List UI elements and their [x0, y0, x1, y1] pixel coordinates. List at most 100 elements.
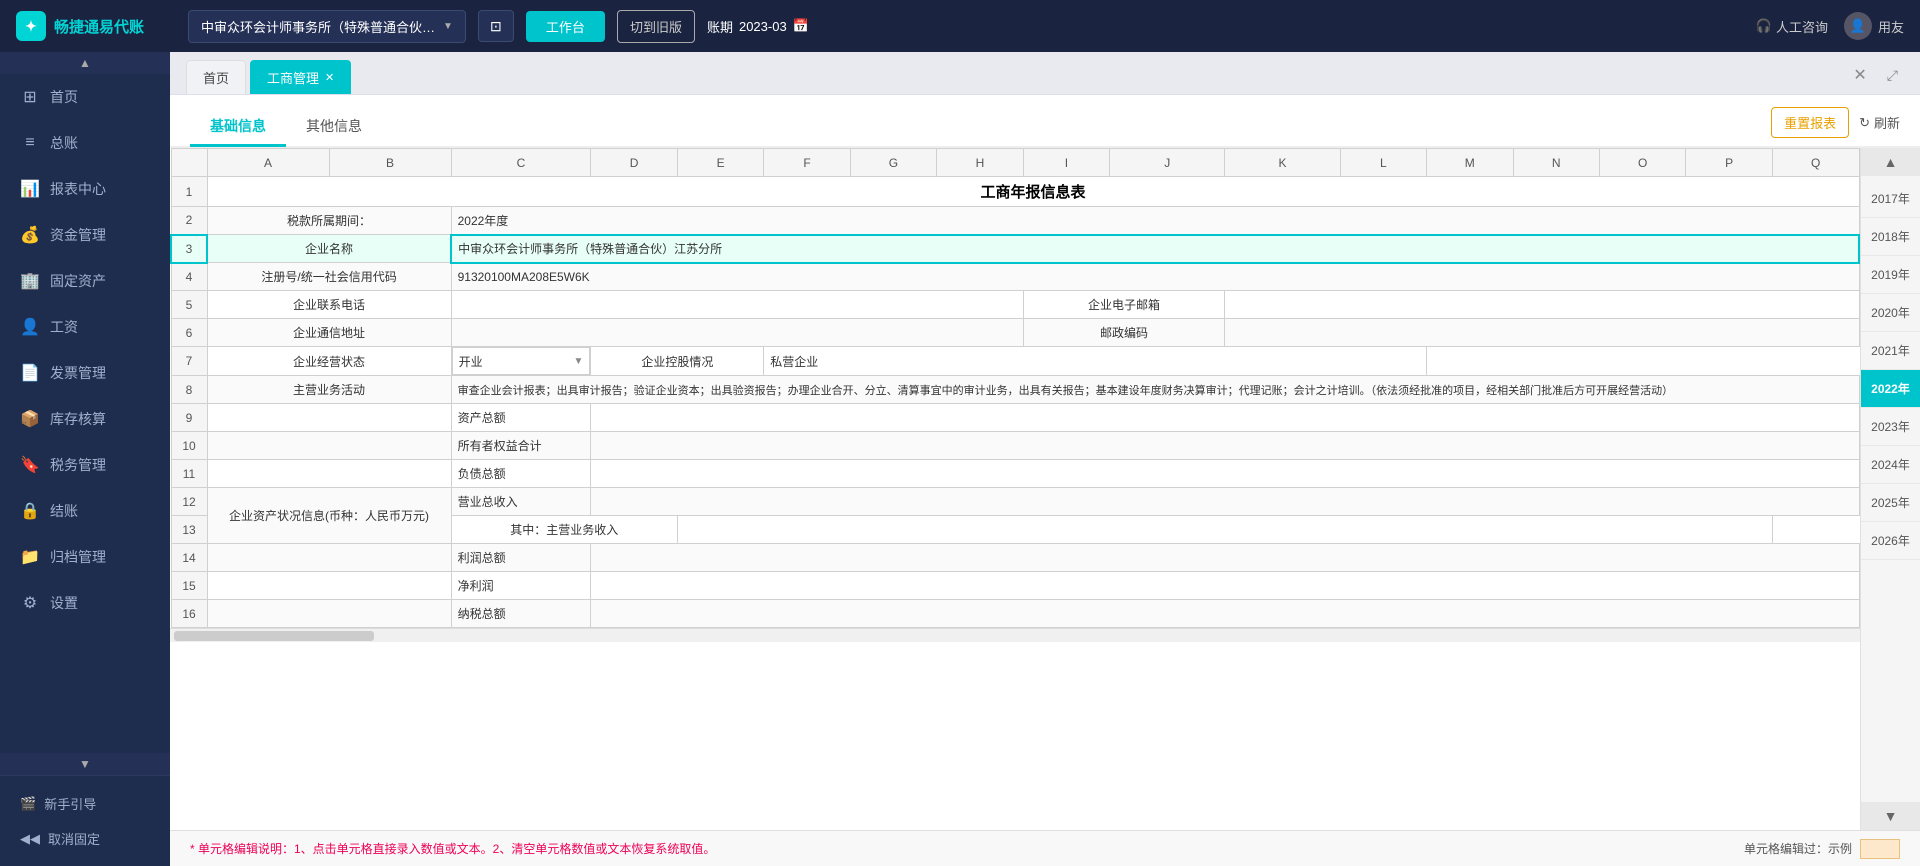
year-panel-up-button[interactable]: ▲ — [1861, 148, 1920, 176]
sidebar-item-finance[interactable]: 💰 资金管理 — [0, 212, 170, 258]
col-a: A — [207, 149, 329, 177]
col-o: O — [1599, 149, 1685, 177]
headset-icon: 🎧 — [1756, 18, 1772, 34]
archive-icon: 📁 — [20, 547, 40, 567]
copy-icon-button[interactable]: ⊡ — [478, 10, 514, 42]
cell-profit-value[interactable] — [591, 544, 1859, 572]
cell-empty-16 — [207, 600, 451, 628]
tab-home-label: 首页 — [203, 68, 229, 87]
table-row: 7 企业经营状态 开业▼ 企业控股情况 私营企业 — [171, 347, 1859, 376]
cell-phone-value[interactable] — [451, 291, 1023, 319]
sidebar-label-archive: 归档管理 — [50, 547, 106, 567]
cell-empty-10 — [207, 432, 451, 460]
sidebar-item-invoice[interactable]: 📄 发票管理 — [0, 350, 170, 396]
period-label: 账期 — [707, 17, 733, 36]
year-item-2025[interactable]: 2025年 — [1861, 484, 1920, 522]
col-n: N — [1513, 149, 1599, 177]
cell-company-name-value[interactable]: 中审众环会计师事务所（特殊普通合伙）江苏分所 — [451, 235, 1859, 263]
ledger-icon: ≡ — [20, 134, 40, 152]
col-g: G — [850, 149, 936, 177]
row-num-11: 11 — [171, 460, 207, 488]
year-item-2023[interactable]: 2023年 — [1861, 408, 1920, 446]
user-avatar: 👤 — [1844, 12, 1872, 40]
sidebar-label-close: 结账 — [50, 501, 78, 521]
sidebar-item-salary[interactable]: 👤 工资 — [0, 304, 170, 350]
table-row: 3 企业名称 中审众环会计师事务所（特殊普通合伙）江苏分所 — [171, 235, 1859, 263]
cell-reg-value[interactable]: 91320100MA208E5W6K — [451, 263, 1859, 291]
cell-address-value[interactable] — [451, 319, 1023, 347]
cell-total-tax-value[interactable] — [591, 600, 1859, 628]
col-k: K — [1225, 149, 1340, 177]
tab-home[interactable]: 首页 — [186, 60, 246, 94]
col-corner — [171, 149, 207, 177]
year-item-2024[interactable]: 2024年 — [1861, 446, 1920, 484]
sidebar-item-ledger[interactable]: ≡ 总账 — [0, 120, 170, 166]
year-item-2026[interactable]: 2026年 — [1861, 522, 1920, 560]
company-selector[interactable]: 中审众环会计师事务所（特殊普通合伙… ▼ — [188, 10, 466, 43]
cell-main-revenue-value[interactable] — [677, 516, 1772, 544]
user-area[interactable]: 👤 用友 — [1844, 12, 1904, 40]
sidebar-scroll-up[interactable]: ▲ — [0, 52, 170, 74]
status-bar: * 单元格编辑说明：1、点击单元格直接录入数值或文本。2、清空单元格数值或文本恢… — [170, 830, 1920, 866]
unpin-button[interactable]: ◀◀ 取消固定 — [0, 821, 170, 856]
sidebar-item-archive[interactable]: 📁 归档管理 — [0, 534, 170, 580]
window-close-icon[interactable]: ✕ — [1847, 63, 1872, 87]
year-panel-down-button[interactable]: ▼ — [1861, 802, 1920, 830]
spreadsheet-main[interactable]: A B C D E F G H I J K L — [170, 148, 1860, 830]
sidebar-label-finance: 资金管理 — [50, 225, 106, 245]
cell-assets-value[interactable] — [591, 404, 1859, 432]
sidebar-item-close[interactable]: 🔒 结账 — [0, 488, 170, 534]
cell-email-value[interactable] — [1225, 291, 1859, 319]
sidebar-item-report[interactable]: 📊 报表中心 — [0, 166, 170, 212]
year-item-2018[interactable]: 2018年 — [1861, 218, 1920, 256]
year-item-2022[interactable]: 2022年 — [1861, 370, 1920, 408]
sidebar-label-home: 首页 — [50, 87, 78, 107]
year-item-2019[interactable]: 2019年 — [1861, 256, 1920, 294]
table-row: 1 工商年报信息表 — [171, 177, 1859, 207]
window-expand-icon[interactable]: ⤢ — [1881, 65, 1904, 86]
cell-net-profit-value[interactable] — [591, 572, 1859, 600]
sidebar-item-assets[interactable]: 🏢 固定资产 — [0, 258, 170, 304]
sub-tab-other[interactable]: 其他信息 — [286, 108, 382, 147]
col-i: I — [1023, 149, 1109, 177]
sub-tab-basic[interactable]: 基础信息 — [190, 108, 286, 147]
cell-main-biz-value[interactable]: 审查企业会计报表；出具审计报告；验证企业资本；出具验资报告；办理企业合开、分立、… — [451, 376, 1859, 404]
cell-title[interactable]: 工商年报信息表 — [207, 177, 1859, 207]
year-item-2017[interactable]: 2017年 — [1861, 180, 1920, 218]
sidebar-item-inventory[interactable]: 📦 库存核算 — [0, 396, 170, 442]
workbench-button[interactable]: 工作台 — [526, 11, 605, 42]
row-num-6: 6 — [171, 319, 207, 347]
col-l: L — [1340, 149, 1426, 177]
tab-close-icon[interactable]: ✕ — [325, 71, 334, 84]
hscroll-thumb[interactable] — [174, 631, 374, 641]
cell-main-biz-label: 主营业务活动 — [207, 376, 451, 404]
old-version-button[interactable]: 切到旧版 — [617, 10, 695, 43]
year-panel-scroll: 2017年 2018年 2019年 2020年 2021年 2022年 2023… — [1861, 176, 1920, 802]
sidebar-item-settings[interactable]: ⚙ 设置 — [0, 580, 170, 626]
cell-net-profit-label: 净利润 — [451, 572, 591, 600]
refresh-button[interactable]: ↻ 刷新 — [1859, 113, 1900, 132]
service-button[interactable]: 🎧 人工咨询 — [1756, 17, 1828, 36]
sidebar-scroll-down[interactable]: ▼ — [0, 753, 170, 775]
sidebar-item-home[interactable]: ⊞ 首页 — [0, 74, 170, 120]
cell-reg-label: 注册号/统一社会信用代码 — [207, 263, 451, 291]
year-item-2020[interactable]: 2020年 — [1861, 294, 1920, 332]
table-row: 2 税款所属期间： 2022年度 — [171, 207, 1859, 235]
cell-revenue-value[interactable] — [591, 488, 1859, 516]
cell-postal-value[interactable] — [1225, 319, 1859, 347]
sidebar-item-tax[interactable]: 🔖 税务管理 — [0, 442, 170, 488]
cell-equity-value[interactable] — [591, 432, 1859, 460]
cell-liabilities-value[interactable] — [591, 460, 1859, 488]
cell-tax-period-value[interactable]: 2022年度 — [451, 207, 1859, 235]
cell-control-value[interactable]: 私营企业 — [764, 347, 1427, 376]
reset-table-button[interactable]: 重置报表 — [1771, 107, 1849, 138]
horizontal-scrollbar[interactable] — [170, 628, 1860, 642]
tab-commerce[interactable]: 工商管理 ✕ — [250, 60, 351, 94]
newbie-guide-button[interactable]: 🎬 新手引导 — [0, 786, 170, 821]
row-num-14: 14 — [171, 544, 207, 572]
sidebar-label-ledger: 总账 — [50, 133, 78, 153]
year-item-2021[interactable]: 2021年 — [1861, 332, 1920, 370]
col-f: F — [764, 149, 850, 177]
cell-status-value[interactable]: 开业▼ — [452, 347, 591, 375]
calendar-icon[interactable]: 📅 — [793, 18, 809, 34]
